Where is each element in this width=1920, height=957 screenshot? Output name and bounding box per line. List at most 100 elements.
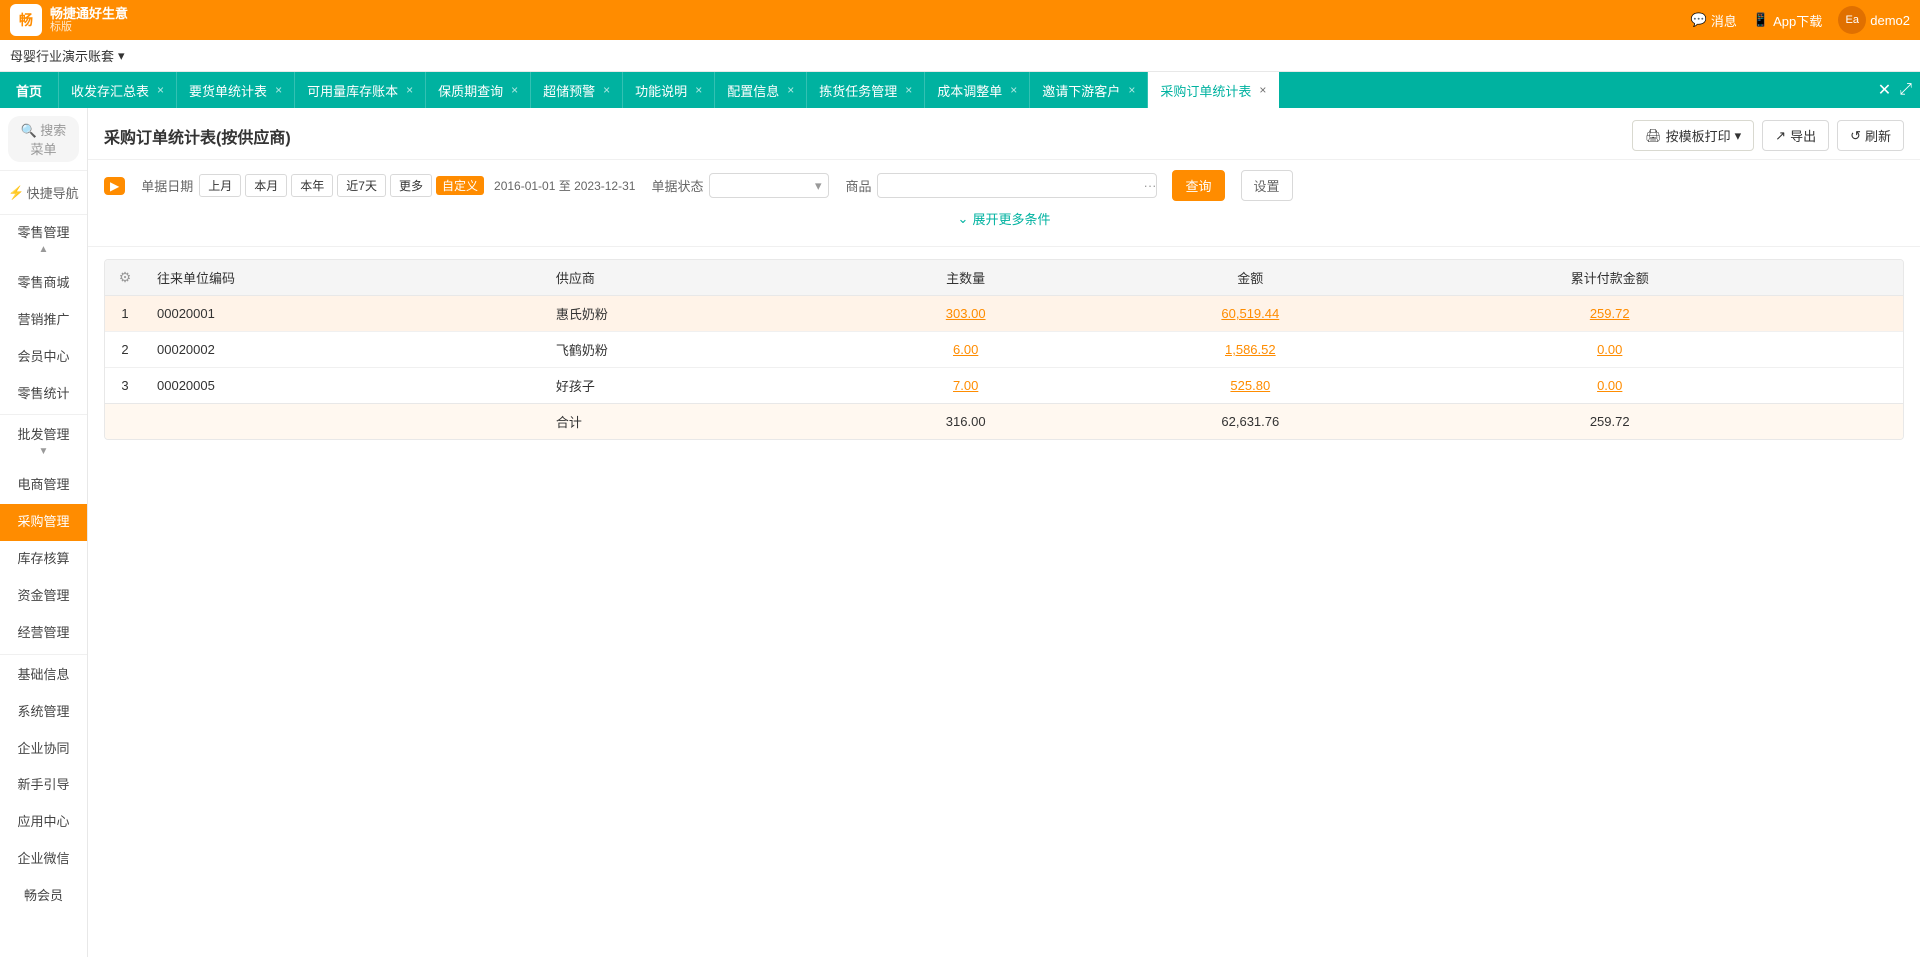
- close-icon[interactable]: ×: [1010, 83, 1017, 97]
- template-print-label: 按模板打印: [1666, 126, 1731, 145]
- tab-chaochu[interactable]: 超储预警 ×: [531, 72, 623, 108]
- sidebar-item-retail-store[interactable]: 零售商城: [0, 265, 87, 302]
- status-select-wrapper[interactable]: 全部 草稿 已审核: [709, 173, 829, 198]
- close-icon[interactable]: ×: [157, 83, 164, 97]
- data-table: ⚙ 往来单位编码 供应商 主数量 金额 累计付款金额 1: [105, 260, 1903, 439]
- nav-tabs: 首页 收发存汇总表 × 要货单统计表 × 可用量库存账本 × 保质期查询 × 超…: [0, 72, 1920, 108]
- tab-peizhi[interactable]: 配置信息 ×: [715, 72, 807, 108]
- tab-home-label: 首页: [16, 81, 42, 100]
- sidebar-item-label: 库存核算: [17, 551, 69, 568]
- close-icon[interactable]: ×: [603, 83, 610, 97]
- date-range-display: 2016-01-01 至 2023-12-31: [494, 177, 635, 194]
- dropdown-arrow-icon: ▾: [118, 48, 125, 64]
- quantity-link[interactable]: 7.00: [953, 378, 978, 393]
- status-select[interactable]: 全部 草稿 已审核: [709, 173, 829, 198]
- tab-caigou-active[interactable]: 采购订单统计表 ×: [1148, 72, 1279, 108]
- tab-yaoqing-label: 邀请下游客户: [1042, 81, 1120, 100]
- sidebar-item-label: 畅会员: [24, 888, 63, 905]
- goods-more-icon[interactable]: ···: [1143, 178, 1156, 193]
- tab-shoufacun[interactable]: 收发存汇总表 ×: [59, 72, 177, 108]
- sidebar-item-wholesale[interactable]: 批发管理 ▼: [0, 417, 87, 467]
- export-btn[interactable]: ↗ 导出: [1762, 120, 1829, 151]
- close-icon[interactable]: ×: [905, 83, 912, 97]
- sidebar-item-ecommerce[interactable]: 电商管理: [0, 467, 87, 504]
- sidebar-item-app-center[interactable]: 应用中心: [0, 804, 87, 841]
- sidebar-item-member[interactable]: 会员中心: [0, 339, 87, 376]
- goods-input[interactable]: [877, 173, 1157, 198]
- tab-yaohuo[interactable]: 要货单统计表 ×: [177, 72, 295, 108]
- close-window-btn[interactable]: ✕: [1878, 80, 1891, 100]
- close-icon[interactable]: ×: [1128, 83, 1135, 97]
- sidebar-item-label: 系统管理: [17, 704, 69, 721]
- row-quantity: 7.00: [841, 368, 1090, 404]
- sidebar-item-enterprise[interactable]: 企业协同: [0, 731, 87, 768]
- settings-icon[interactable]: ⚙: [119, 269, 132, 285]
- row-extra: [1809, 332, 1903, 368]
- sidebar-item-member2[interactable]: 畅会员: [0, 878, 87, 915]
- date-shortcut-this-month[interactable]: 本月: [245, 174, 287, 197]
- sidebar-item-marketing[interactable]: 营销推广: [0, 302, 87, 339]
- paid-link[interactable]: 0.00: [1597, 342, 1622, 357]
- search-menu-box[interactable]: 🔍 搜索菜单: [8, 116, 79, 162]
- tab-baozhi-label: 保质期查询: [438, 81, 503, 100]
- sidebar-item-label: 基础信息: [17, 667, 69, 684]
- app-download-btn[interactable]: 📱 App下载: [1753, 11, 1822, 30]
- status-filter: 单据状态 全部 草稿 已审核: [651, 173, 829, 198]
- sidebar-item-purchase[interactable]: 采购管理: [0, 504, 87, 541]
- expand-more-btn[interactable]: ⌄ 展开更多条件: [958, 209, 1051, 228]
- tab-keyongliang[interactable]: 可用量库存账本 ×: [295, 72, 426, 108]
- settings-btn[interactable]: 设置: [1241, 170, 1293, 201]
- close-icon[interactable]: ×: [787, 83, 794, 97]
- table-header: ⚙ 往来单位编码 供应商 主数量 金额 累计付款金额: [105, 260, 1903, 296]
- date-shortcut-this-year[interactable]: 本年: [291, 174, 333, 197]
- close-icon[interactable]: ×: [406, 83, 413, 97]
- close-icon[interactable]: ×: [695, 83, 702, 97]
- paid-link[interactable]: 259.72: [1590, 306, 1630, 321]
- sidebar-item-label: 零售商城: [17, 275, 69, 292]
- amount-link[interactable]: 1,586.52: [1225, 342, 1276, 357]
- refresh-btn[interactable]: ↺ 刷新: [1837, 120, 1904, 151]
- paid-link[interactable]: 0.00: [1597, 378, 1622, 393]
- quantity-link[interactable]: 6.00: [953, 342, 978, 357]
- date-shortcut-more[interactable]: 更多: [390, 174, 432, 197]
- account-selector[interactable]: 母婴行业演示账套 ▾: [10, 46, 125, 65]
- sidebar-item-finance[interactable]: 资金管理: [0, 578, 87, 615]
- sidebar-item-retail-stat[interactable]: 零售统计: [0, 376, 87, 413]
- sidebar-item-retail-mgmt[interactable]: 零售管理 ▲: [0, 215, 87, 265]
- sidebar-item-wechat[interactable]: 企业微信: [0, 841, 87, 878]
- quick-nav-btn[interactable]: ⚡ 快捷导航: [0, 175, 87, 210]
- tab-chengben[interactable]: 成本调整单 ×: [925, 72, 1030, 108]
- sidebar-item-inventory[interactable]: 库存核算: [0, 541, 87, 578]
- tab-home[interactable]: 首页: [0, 72, 59, 108]
- footer-total-quantity: 316.00: [841, 404, 1090, 440]
- close-icon[interactable]: ×: [511, 83, 518, 97]
- tab-baozhi[interactable]: 保质期查询 ×: [426, 72, 531, 108]
- user-menu-btn[interactable]: Ea demo2: [1838, 6, 1910, 34]
- quantity-link[interactable]: 303.00: [946, 306, 986, 321]
- close-icon[interactable]: ×: [275, 83, 282, 97]
- sidebar-item-system[interactable]: 系统管理: [0, 694, 87, 731]
- sidebar-item-label: 电商管理: [17, 477, 69, 494]
- maximize-window-btn[interactable]: ⤢: [1899, 81, 1912, 99]
- page-actions: 🖨 按模板打印 ▾ ↗ 导出 ↺ 刷新: [1632, 120, 1904, 151]
- query-btn[interactable]: 查询: [1172, 170, 1224, 201]
- amount-link[interactable]: 60,519.44: [1221, 306, 1279, 321]
- sidebar-search-area[interactable]: 🔍 搜索菜单: [0, 108, 87, 171]
- sidebar-item-guide[interactable]: 新手引导: [0, 767, 87, 804]
- tab-yaoqing[interactable]: 邀请下游客户 ×: [1030, 72, 1148, 108]
- template-print-btn[interactable]: 🖨 按模板打印 ▾: [1632, 120, 1754, 151]
- sidebar-divider: [0, 654, 87, 655]
- tab-jianhuo[interactable]: 拣货任务管理 ×: [807, 72, 925, 108]
- message-btn[interactable]: 💬 消息: [1691, 11, 1737, 30]
- close-icon[interactable]: ×: [1259, 83, 1266, 97]
- row-amount: 60,519.44: [1090, 296, 1410, 332]
- sidebar-item-operation[interactable]: 经营管理: [0, 615, 87, 652]
- amount-link[interactable]: 525.80: [1230, 378, 1270, 393]
- refresh-icon: ↺: [1850, 128, 1861, 144]
- sidebar-item-basic-info[interactable]: 基础信息: [0, 657, 87, 694]
- tab-gongneng[interactable]: 功能说明 ×: [623, 72, 715, 108]
- filter-expand-btn[interactable]: ▶: [104, 177, 125, 195]
- app-logo: 畅: [10, 4, 42, 36]
- date-shortcut-7days[interactable]: 近7天: [337, 174, 386, 197]
- date-shortcut-last-month[interactable]: 上月: [199, 174, 241, 197]
